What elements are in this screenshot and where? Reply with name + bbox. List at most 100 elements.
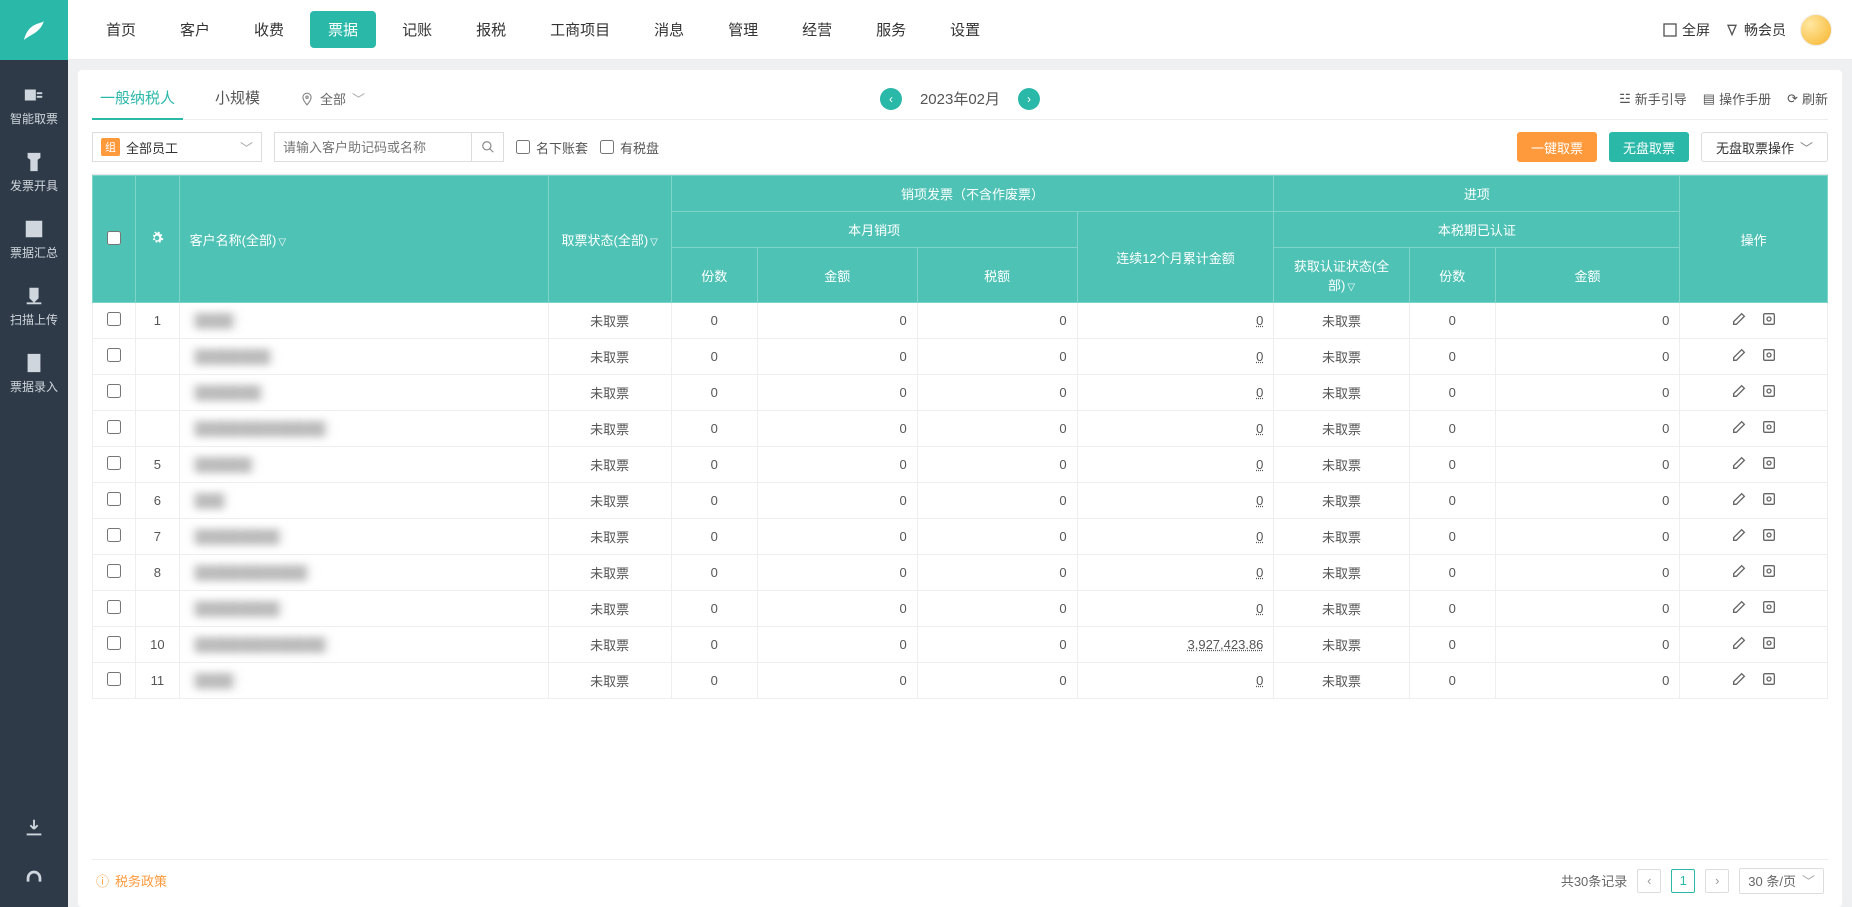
row-checkbox[interactable] xyxy=(107,528,121,542)
row-checkbox[interactable] xyxy=(107,420,121,434)
view-icon[interactable] xyxy=(1761,527,1777,546)
chevron-down-icon: ﹀ xyxy=(240,138,253,157)
guide-link[interactable]: ☳新手引导 xyxy=(1619,89,1687,108)
cell-status: 未取票 xyxy=(548,627,671,663)
prev-page-button[interactable]: ‹ xyxy=(1637,869,1661,893)
edit-icon[interactable] xyxy=(1731,635,1747,654)
one-click-fetch-button[interactable]: 一键取票 xyxy=(1517,132,1597,162)
tab-1[interactable]: 小规模 xyxy=(207,78,268,120)
select-all-checkbox[interactable] xyxy=(107,231,121,245)
fullscreen-button[interactable]: 全屏 xyxy=(1662,20,1710,40)
nav-item-5[interactable]: 报税 xyxy=(458,11,524,48)
row-checkbox[interactable] xyxy=(107,348,121,362)
edit-icon[interactable] xyxy=(1731,419,1747,438)
row-checkbox[interactable] xyxy=(107,384,121,398)
view-icon[interactable] xyxy=(1761,419,1777,438)
sidebar-item-4[interactable]: 票据录入 xyxy=(0,342,68,409)
row-checkbox[interactable] xyxy=(107,636,121,650)
cell-12m[interactable]: 0 xyxy=(1077,591,1274,627)
sidebar-item-0[interactable]: 智能取票 xyxy=(0,74,68,141)
nav-item-3[interactable]: 票据 xyxy=(310,11,376,48)
view-icon[interactable] xyxy=(1761,635,1777,654)
prev-month-button[interactable]: ‹ xyxy=(880,88,902,110)
nav-item-6[interactable]: 工商项目 xyxy=(532,11,628,48)
view-icon[interactable] xyxy=(1761,671,1777,690)
cell-12m[interactable]: 0 xyxy=(1077,339,1274,375)
cell-12m[interactable]: 0 xyxy=(1077,555,1274,591)
member-button[interactable]: 畅会员 xyxy=(1724,20,1786,40)
settings-column[interactable] xyxy=(136,176,180,303)
row-checkbox[interactable] xyxy=(107,456,121,470)
next-page-button[interactable]: › xyxy=(1705,869,1729,893)
nav-item-9[interactable]: 经营 xyxy=(784,11,850,48)
user-avatar[interactable] xyxy=(1800,14,1832,46)
per-page-select[interactable]: 30 条/页﹀ xyxy=(1739,868,1824,894)
nav-item-4[interactable]: 记账 xyxy=(384,11,450,48)
row-checkbox[interactable] xyxy=(107,564,121,578)
member-label: 畅会员 xyxy=(1744,20,1786,40)
search-button[interactable] xyxy=(471,132,503,162)
edit-icon[interactable] xyxy=(1731,455,1747,474)
sidebar-download[interactable] xyxy=(0,807,68,857)
edit-icon[interactable] xyxy=(1731,311,1747,330)
nav-item-0[interactable]: 首页 xyxy=(88,11,154,48)
edit-icon[interactable] xyxy=(1731,347,1747,366)
page-number[interactable]: 1 xyxy=(1671,869,1695,893)
data-table-wrapper[interactable]: 客户名称(全部)▽ 取票状态(全部)▽ 销项发票（不含作废票） 进项 操作 本月… xyxy=(92,174,1828,859)
nav-item-8[interactable]: 管理 xyxy=(710,11,776,48)
tab-0[interactable]: 一般纳税人 xyxy=(92,78,183,120)
next-month-button[interactable]: › xyxy=(1018,88,1040,110)
view-icon[interactable] xyxy=(1761,599,1777,618)
cell-cert-status: 未取票 xyxy=(1274,519,1409,555)
cell-12m[interactable]: 0 xyxy=(1077,375,1274,411)
col-cert-status[interactable]: 获取认证状态(全部)▽ xyxy=(1274,248,1409,303)
sidebar-item-2[interactable]: 票据汇总 xyxy=(0,208,68,275)
view-icon[interactable] xyxy=(1761,347,1777,366)
no-disk-ops-button[interactable]: 无盘取票操作﹀ xyxy=(1701,132,1828,162)
sidebar-item-3[interactable]: 扫描上传 xyxy=(0,275,68,342)
employee-select[interactable]: 组 全部员工 ﹀ xyxy=(92,132,262,162)
nav-item-7[interactable]: 消息 xyxy=(636,11,702,48)
refresh-link[interactable]: ⟳刷新 xyxy=(1787,89,1828,108)
view-icon[interactable] xyxy=(1761,491,1777,510)
edit-icon[interactable] xyxy=(1731,383,1747,402)
search-input[interactable] xyxy=(275,140,471,155)
sidebar-item-1[interactable]: 发票开具 xyxy=(0,141,68,208)
cell-12m[interactable]: 3,927,423.86 xyxy=(1077,627,1274,663)
region-selector[interactable]: 全部 ﹀ xyxy=(300,89,365,108)
edit-icon[interactable] xyxy=(1731,563,1747,582)
row-checkbox[interactable] xyxy=(107,312,121,326)
cell-12m[interactable]: 0 xyxy=(1077,303,1274,339)
cell-12m[interactable]: 0 xyxy=(1077,447,1274,483)
view-icon[interactable] xyxy=(1761,311,1777,330)
nav-item-10[interactable]: 服务 xyxy=(858,11,924,48)
col-customer[interactable]: 客户名称(全部)▽ xyxy=(179,176,548,303)
nav-item-1[interactable]: 客户 xyxy=(162,11,228,48)
col-fetch-status[interactable]: 取票状态(全部)▽ xyxy=(548,176,671,303)
nav-item-2[interactable]: 收费 xyxy=(236,11,302,48)
edit-icon[interactable] xyxy=(1731,491,1747,510)
tax-policy-link[interactable]: ⓘ 税务政策 xyxy=(96,871,167,890)
edit-icon[interactable] xyxy=(1731,527,1747,546)
row-checkbox[interactable] xyxy=(107,672,121,686)
cell-12m[interactable]: 0 xyxy=(1077,483,1274,519)
cell-12m[interactable]: 0 xyxy=(1077,663,1274,699)
cell-tax: 0 xyxy=(917,447,1077,483)
row-checkbox[interactable] xyxy=(107,600,121,614)
no-disk-fetch-button[interactable]: 无盘取票 xyxy=(1609,132,1689,162)
view-icon[interactable] xyxy=(1761,383,1777,402)
under-account-checkbox[interactable]: 名下账套 xyxy=(516,138,588,157)
edit-icon[interactable] xyxy=(1731,671,1747,690)
row-checkbox[interactable] xyxy=(107,492,121,506)
cell-12m[interactable]: 0 xyxy=(1077,519,1274,555)
view-icon[interactable] xyxy=(1761,455,1777,474)
manual-link[interactable]: ▤操作手册 xyxy=(1703,89,1771,108)
nav-item-11[interactable]: 设置 xyxy=(932,11,998,48)
edit-icon[interactable] xyxy=(1731,599,1747,618)
has-disk-checkbox[interactable]: 有税盘 xyxy=(600,138,659,157)
sidebar-support[interactable] xyxy=(0,857,68,907)
cell-cert-copies: 0 xyxy=(1409,375,1495,411)
cell-12m[interactable]: 0 xyxy=(1077,411,1274,447)
view-icon[interactable] xyxy=(1761,563,1777,582)
cell-amount: 0 xyxy=(757,555,917,591)
